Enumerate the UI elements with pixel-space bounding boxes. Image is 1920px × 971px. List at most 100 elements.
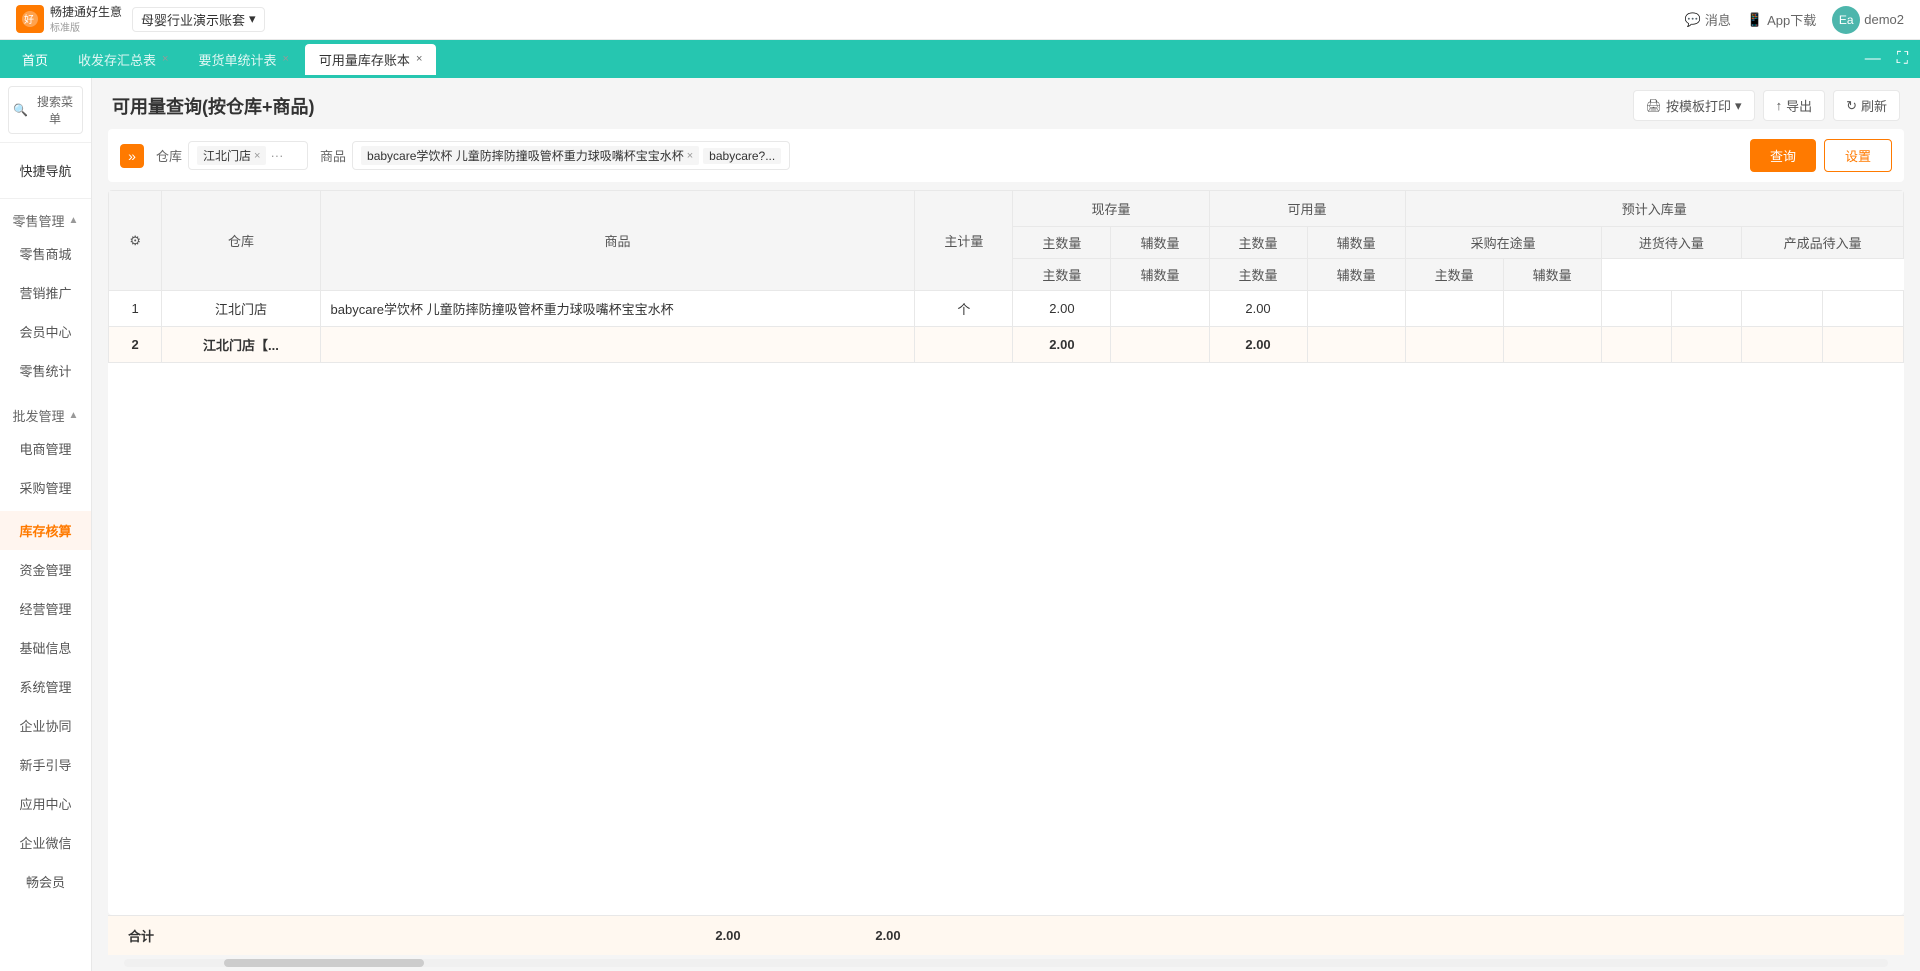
industry-selector[interactable]: 母婴行业演示账套 ▾: [132, 7, 265, 32]
footer-total-bar: 合计 2.00 2.00: [108, 915, 1904, 955]
main-layout: 🔍 搜索菜单 快捷导航 零售管理 ▲ 零售商城 营销推广 会员中心 零售统计: [0, 78, 1920, 971]
warehouse-tag: 江北门店 ×: [197, 146, 266, 165]
row1-fp-main: [1742, 291, 1823, 327]
row1-stock-aux: [1111, 291, 1209, 327]
col-purchase-transit: 采购在途量: [1405, 227, 1601, 259]
row2-avail-main: 2.00: [1209, 327, 1307, 363]
row1-gp-aux: [1671, 291, 1741, 327]
sidebar-section-wholesale-header[interactable]: 批发管理 ▲: [0, 398, 91, 429]
sidebar-section-retail: 零售管理 ▲ 零售商城 营销推广 会员中心 零售统计: [0, 199, 91, 394]
sidebar-search-btn[interactable]: 🔍 搜索菜单: [8, 86, 83, 134]
scrollbar-area: [92, 955, 1920, 971]
warehouse-label: 仓库: [156, 146, 182, 165]
product-tag-1-close[interactable]: ×: [687, 150, 693, 162]
sidebar-item-retail-stats[interactable]: 零售统计: [0, 351, 91, 390]
product-tag-1: babycare学饮杯 儿童防摔防撞吸管杯重力球吸嘴杯宝宝水杯 ×: [361, 146, 699, 165]
row1-product: babycare学饮杯 儿童防摔防撞吸管杯重力球吸嘴杯宝宝水杯: [320, 291, 915, 327]
sidebar-item-enterprise-wechat[interactable]: 企业微信: [0, 823, 91, 862]
nav-right: — ⛶: [1861, 46, 1912, 72]
sidebar-nav: 快捷导航: [0, 143, 91, 199]
product-input[interactable]: babycare学饮杯 儿童防摔防撞吸管杯重力球吸嘴杯宝宝水杯 × babyca…: [352, 141, 790, 170]
sidebar-item-enterprise[interactable]: 企业协同: [0, 706, 91, 745]
enterprise-label: 企业协同: [19, 716, 71, 735]
row1-pt-main: [1405, 291, 1503, 327]
sidebar-item-marketing[interactable]: 营销推广: [0, 273, 91, 312]
row1-index: 1: [109, 291, 162, 327]
warehouse-tag-label: 江北门店: [203, 147, 251, 164]
app-icon: 📱: [1747, 12, 1763, 28]
sidebar-item-quick-nav[interactable]: 快捷导航: [4, 153, 87, 188]
top-bar-left: 好 畅捷通好生意 标准版 母婴行业演示账套 ▾: [16, 5, 265, 34]
logo-title: 畅捷通好生意: [50, 5, 122, 19]
row1-gp-main: [1601, 291, 1671, 327]
sidebar-item-retail-mall[interactable]: 零售商城: [0, 234, 91, 273]
col-pt-main: 主数量: [1013, 259, 1111, 291]
enterprise-wechat-label: 企业微信: [19, 833, 71, 852]
col-fp-aux: 辅数量: [1503, 259, 1601, 291]
query-btn[interactable]: 查询: [1750, 139, 1816, 172]
col-group-stock: 现存量: [1013, 191, 1209, 227]
refresh-label: 刷新: [1861, 96, 1887, 115]
data-table: ⚙ 仓库 商品 主计量 现存量 可用量 预计入库量 主数量 辅数量 主数量 辅数…: [108, 190, 1904, 363]
retail-stats-label: 零售统计: [19, 361, 71, 380]
sidebar-item-system[interactable]: 系统管理: [0, 667, 91, 706]
col-group-planned: 预计入库量: [1405, 191, 1903, 227]
page-actions: 🖨 按模板打印 ▾ ↑ 导出 ↻ 刷新: [1633, 90, 1901, 121]
col-avail-main: 主数量: [1209, 227, 1307, 259]
col-gear[interactable]: ⚙: [109, 191, 162, 291]
retail-label: 零售管理: [13, 211, 65, 230]
wholesale-expand-icon: ▲: [69, 410, 79, 421]
marketing-label: 营销推广: [19, 283, 71, 302]
sidebar-item-finance[interactable]: 资金管理: [0, 550, 91, 589]
scrollbar-thumb[interactable]: [224, 959, 424, 967]
logo: 好 畅捷通好生意 标准版: [16, 5, 122, 34]
row2-gp-main: [1601, 327, 1671, 363]
warehouse-input[interactable]: 江北门店 × ···: [188, 141, 308, 170]
scrollbar-track[interactable]: [124, 959, 1888, 967]
export-btn[interactable]: ↑ 导出: [1763, 90, 1826, 121]
sidebar-item-app-center[interactable]: 应用中心: [0, 784, 91, 823]
sidebar-item-operations[interactable]: 经营管理: [0, 589, 91, 628]
purchase-label: 采购管理: [19, 478, 71, 497]
settings-btn[interactable]: 设置: [1824, 139, 1892, 172]
content-area: 可用量查询(按仓库+商品) 🖨 按模板打印 ▾ ↑ 导出 ↻ 刷新: [92, 78, 1920, 971]
warehouse-more-icon[interactable]: ···: [270, 148, 283, 163]
sidebar-section-retail-header[interactable]: 零售管理 ▲: [0, 203, 91, 234]
sidebar-item-inventory[interactable]: 库存核算: [0, 511, 91, 550]
tab-receive-summary-close[interactable]: ×: [162, 53, 168, 65]
nav-expand-icon[interactable]: ⛶: [1893, 46, 1912, 72]
row1-avail-main: 2.00: [1209, 291, 1307, 327]
table-row-subtotal: 2 江北门店【... 2.00 2.00: [109, 327, 1904, 363]
tab-order-stats[interactable]: 要货单统计表 ×: [184, 44, 302, 75]
filter-expand-btn[interactable]: »: [120, 144, 144, 168]
tab-home[interactable]: 首页: [8, 44, 62, 75]
nav-minus-icon[interactable]: —: [1861, 46, 1885, 72]
sidebar-item-guide[interactable]: 新手引导: [0, 745, 91, 784]
sidebar-item-member-center[interactable]: 会员中心: [0, 312, 91, 351]
col-avail-aux: 辅数量: [1307, 227, 1405, 259]
col-gp-aux: 辅数量: [1307, 259, 1405, 291]
tab-receive-summary[interactable]: 收发存汇总表 ×: [64, 44, 182, 75]
sidebar-item-ecommerce[interactable]: 电商管理: [0, 429, 91, 468]
refresh-btn[interactable]: ↻ 刷新: [1833, 90, 1900, 121]
finance-label: 资金管理: [19, 560, 71, 579]
export-icon: ↑: [1776, 98, 1783, 113]
app-download-action[interactable]: 📱 App下载: [1747, 10, 1816, 29]
row1-fp-aux: [1823, 291, 1904, 327]
message-action[interactable]: 💬 消息: [1685, 10, 1731, 29]
industry-label: 母婴行业演示账套: [141, 10, 245, 29]
sidebar-item-member[interactable]: 畅会员: [0, 862, 91, 901]
warehouse-tag-close[interactable]: ×: [254, 150, 260, 162]
row2-product: [320, 327, 915, 363]
user-action[interactable]: Ea demo2: [1832, 6, 1904, 34]
table-container: ⚙ 仓库 商品 主计量 现存量 可用量 预计入库量 主数量 辅数量 主数量 辅数…: [108, 190, 1904, 915]
wholesale-label: 批发管理: [13, 406, 65, 425]
sidebar-item-basic-info[interactable]: 基础信息: [0, 628, 91, 667]
template-print-btn[interactable]: 🖨 按模板打印 ▾: [1633, 90, 1755, 121]
tab-available-stock[interactable]: 可用量库存账本 ×: [305, 44, 436, 75]
tab-order-stats-close[interactable]: ×: [282, 53, 288, 65]
sidebar-item-purchase[interactable]: 采购管理: [0, 468, 91, 507]
tab-available-stock-close[interactable]: ×: [416, 53, 422, 65]
page-header: 可用量查询(按仓库+商品) 🖨 按模板打印 ▾ ↑ 导出 ↻ 刷新: [92, 78, 1920, 129]
top-bar-right: 💬 消息 📱 App下载 Ea demo2: [1685, 6, 1904, 34]
